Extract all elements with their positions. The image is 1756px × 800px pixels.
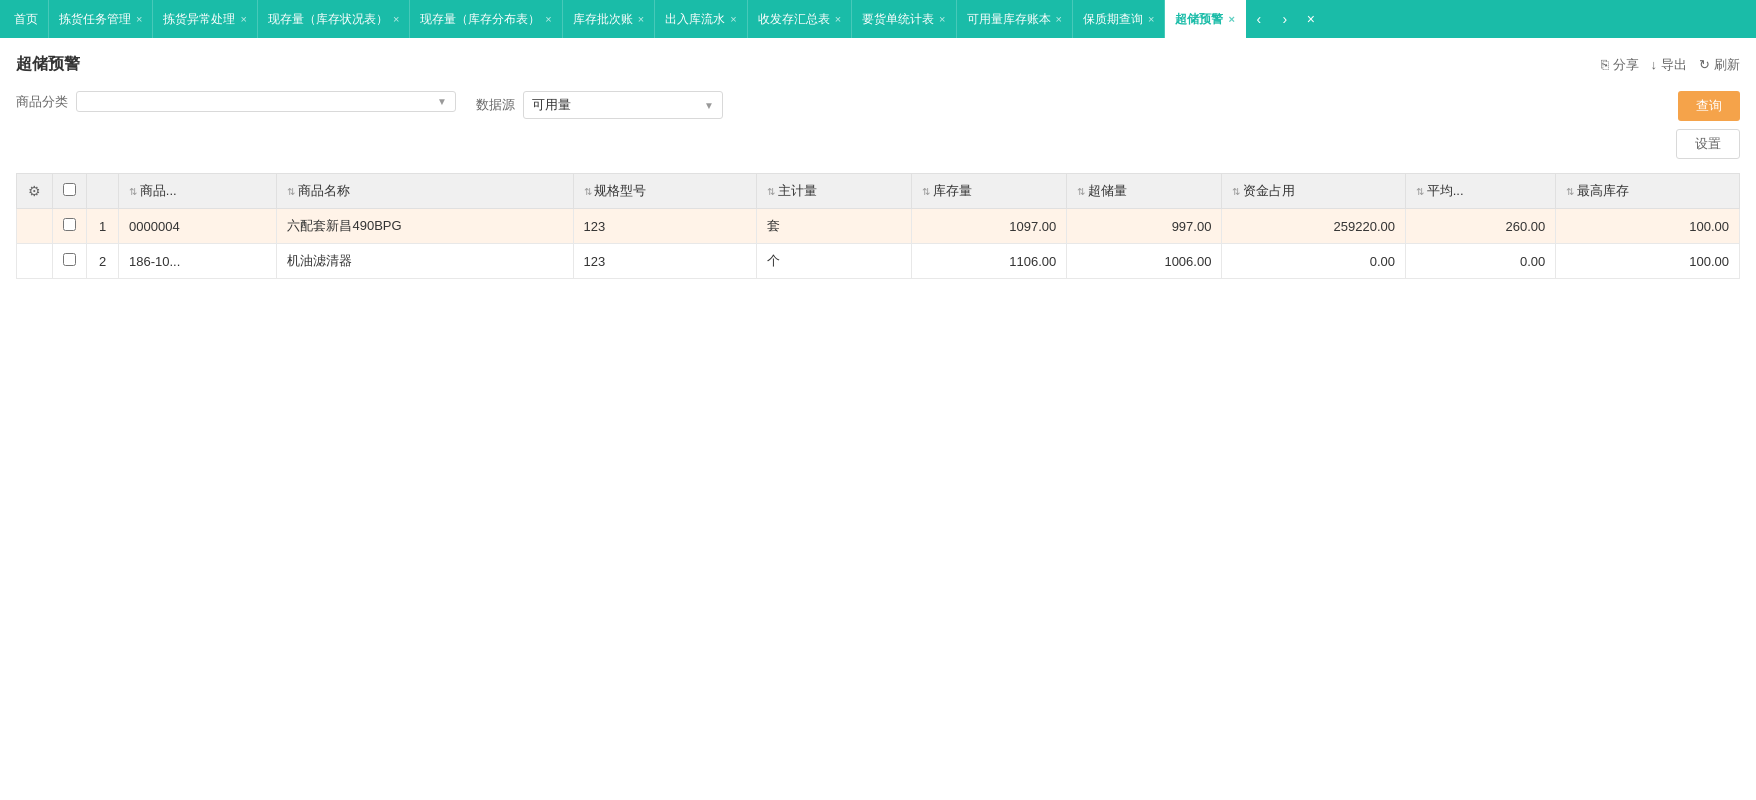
close-icon[interactable]: ×	[730, 13, 736, 25]
datasource-label: 数据源	[476, 96, 515, 114]
nav-item-available[interactable]: 可用量库存账本 ×	[957, 0, 1073, 38]
avg-col-header[interactable]: 平均...	[1405, 174, 1555, 209]
page-container: 超储预警 ⎘ 分享 ↓ 导出 ↻ 刷新 商品分类 ▼ 数据源	[0, 38, 1756, 800]
datasource-select[interactable]: 可用量 ▼	[523, 91, 723, 119]
row-stock-cell: 1097.00	[912, 209, 1067, 244]
unit-col-header[interactable]: 主计量	[757, 174, 912, 209]
nav-item-stock-dist[interactable]: 现存量（库存分布表） ×	[410, 0, 562, 38]
row-settings-cell	[17, 244, 53, 279]
row-stock-cell: 1106.00	[912, 244, 1067, 279]
row-max-stock-cell: 100.00	[1556, 209, 1740, 244]
query-button[interactable]: 查询	[1678, 91, 1740, 121]
nav-item-overstock[interactable]: 超储预警 ×	[1165, 0, 1245, 38]
overstock-col-header[interactable]: 超储量	[1067, 174, 1222, 209]
row-product-name-cell: 六配套新昌490BPG	[277, 209, 573, 244]
nav-item-stock-status[interactable]: 现存量（库存状况表） ×	[258, 0, 410, 38]
row-max-stock-cell: 100.00	[1556, 244, 1740, 279]
category-label: 商品分类	[16, 93, 68, 111]
nav-prev-button[interactable]: ‹	[1246, 0, 1272, 38]
row-unit-cell: 个	[757, 244, 912, 279]
gear-icon[interactable]: ⚙	[28, 183, 41, 199]
stock-col-header[interactable]: 库存量	[912, 174, 1067, 209]
close-icon[interactable]: ×	[545, 13, 551, 25]
settings-button[interactable]: 设置	[1676, 129, 1740, 159]
product-name-col-header[interactable]: 商品名称	[277, 174, 573, 209]
table-row: 1 0000004 六配套新昌490BPG 123 套 1097.00	[17, 209, 1740, 244]
settings-col-header: ⚙	[17, 174, 53, 209]
table-row: 2 186-10... 机油滤清器 123 个 1106.00	[17, 244, 1740, 279]
close-icon[interactable]: ×	[240, 13, 246, 25]
close-icon[interactable]: ×	[638, 13, 644, 25]
share-button[interactable]: ⎘ 分享	[1601, 56, 1639, 74]
share-icon: ⎘	[1601, 57, 1609, 72]
nav-bar: 首页 拣货任务管理 × 拣货异常处理 × 现存量（库存状况表） × 现存量（库存…	[0, 0, 1756, 38]
row-overstock-cell: 1006.00	[1067, 244, 1222, 279]
row-avg-cell: 0.00	[1405, 244, 1555, 279]
row-checkbox-cell	[53, 244, 87, 279]
category-filter: 商品分类 ▼	[16, 91, 456, 112]
row-capital-cell: 259220.00	[1222, 209, 1406, 244]
row-capital-cell: 0.00	[1222, 244, 1406, 279]
datasource-filter: 数据源 可用量 ▼	[476, 91, 723, 119]
nav-next-button[interactable]: ›	[1272, 0, 1298, 38]
spec-col-header[interactable]: 规格型号	[573, 174, 757, 209]
table-header-row: ⚙ 商品... 商品名称 规格型号 主计量	[17, 174, 1740, 209]
nav-item-summary[interactable]: 收发存汇总表 ×	[748, 0, 852, 38]
nav-item-exception[interactable]: 拣货异常处理 ×	[153, 0, 257, 38]
close-icon[interactable]: ×	[1228, 13, 1234, 25]
row-unit-cell: 套	[757, 209, 912, 244]
page-title-bar: 超储预警 ⎘ 分享 ↓ 导出 ↻ 刷新	[16, 54, 1740, 75]
close-icon[interactable]: ×	[393, 13, 399, 25]
row-product-code-cell: 186-10...	[119, 244, 277, 279]
close-icon[interactable]: ×	[1056, 13, 1062, 25]
row-number-cell: 1	[87, 209, 119, 244]
export-button[interactable]: ↓ 导出	[1651, 56, 1688, 74]
category-select[interactable]: ▼	[76, 91, 456, 112]
nav-expand-button[interactable]: ×	[1298, 0, 1324, 38]
nav-item-flow[interactable]: 出入库流水 ×	[655, 0, 747, 38]
max-stock-col-header[interactable]: 最高库存	[1556, 174, 1740, 209]
row-avg-cell: 260.00	[1405, 209, 1555, 244]
row-number-cell: 2	[87, 244, 119, 279]
row-spec-cell: 123	[573, 244, 757, 279]
row-checkbox[interactable]	[63, 218, 76, 231]
nav-item-task[interactable]: 拣货任务管理 ×	[49, 0, 153, 38]
nav-item-home[interactable]: 首页	[4, 0, 49, 38]
datasource-select-value: 可用量	[532, 96, 571, 114]
row-overstock-cell: 997.00	[1067, 209, 1222, 244]
nav-item-order-stats[interactable]: 要货单统计表 ×	[852, 0, 956, 38]
row-product-name-cell: 机油滤清器	[277, 244, 573, 279]
row-product-code-cell: 0000004	[119, 209, 277, 244]
capital-col-header[interactable]: 资金占用	[1222, 174, 1406, 209]
data-table: ⚙ 商品... 商品名称 规格型号 主计量	[16, 173, 1740, 279]
refresh-button[interactable]: ↻ 刷新	[1699, 56, 1740, 74]
row-checkbox-cell	[53, 209, 87, 244]
close-icon[interactable]: ×	[1148, 13, 1154, 25]
page-title: 超储预警	[16, 54, 80, 75]
nav-item-batch[interactable]: 库存批次账 ×	[563, 0, 655, 38]
refresh-icon: ↻	[1699, 57, 1710, 72]
row-spec-cell: 123	[573, 209, 757, 244]
no-col-header	[87, 174, 119, 209]
row-settings-cell	[17, 209, 53, 244]
close-icon[interactable]: ×	[835, 13, 841, 25]
close-icon[interactable]: ×	[136, 13, 142, 25]
nav-item-expiry[interactable]: 保质期查询 ×	[1073, 0, 1165, 38]
product-code-col-header[interactable]: 商品...	[119, 174, 277, 209]
chevron-down-icon: ▼	[704, 100, 714, 111]
chevron-down-icon: ▼	[437, 96, 447, 107]
close-icon[interactable]: ×	[939, 13, 945, 25]
checkbox-col-header	[53, 174, 87, 209]
title-actions: ⎘ 分享 ↓ 导出 ↻ 刷新	[1601, 56, 1741, 74]
filter-right-buttons: 查询 设置	[1676, 91, 1740, 159]
export-icon: ↓	[1651, 57, 1658, 72]
select-all-checkbox[interactable]	[63, 183, 76, 196]
row-checkbox[interactable]	[63, 253, 76, 266]
